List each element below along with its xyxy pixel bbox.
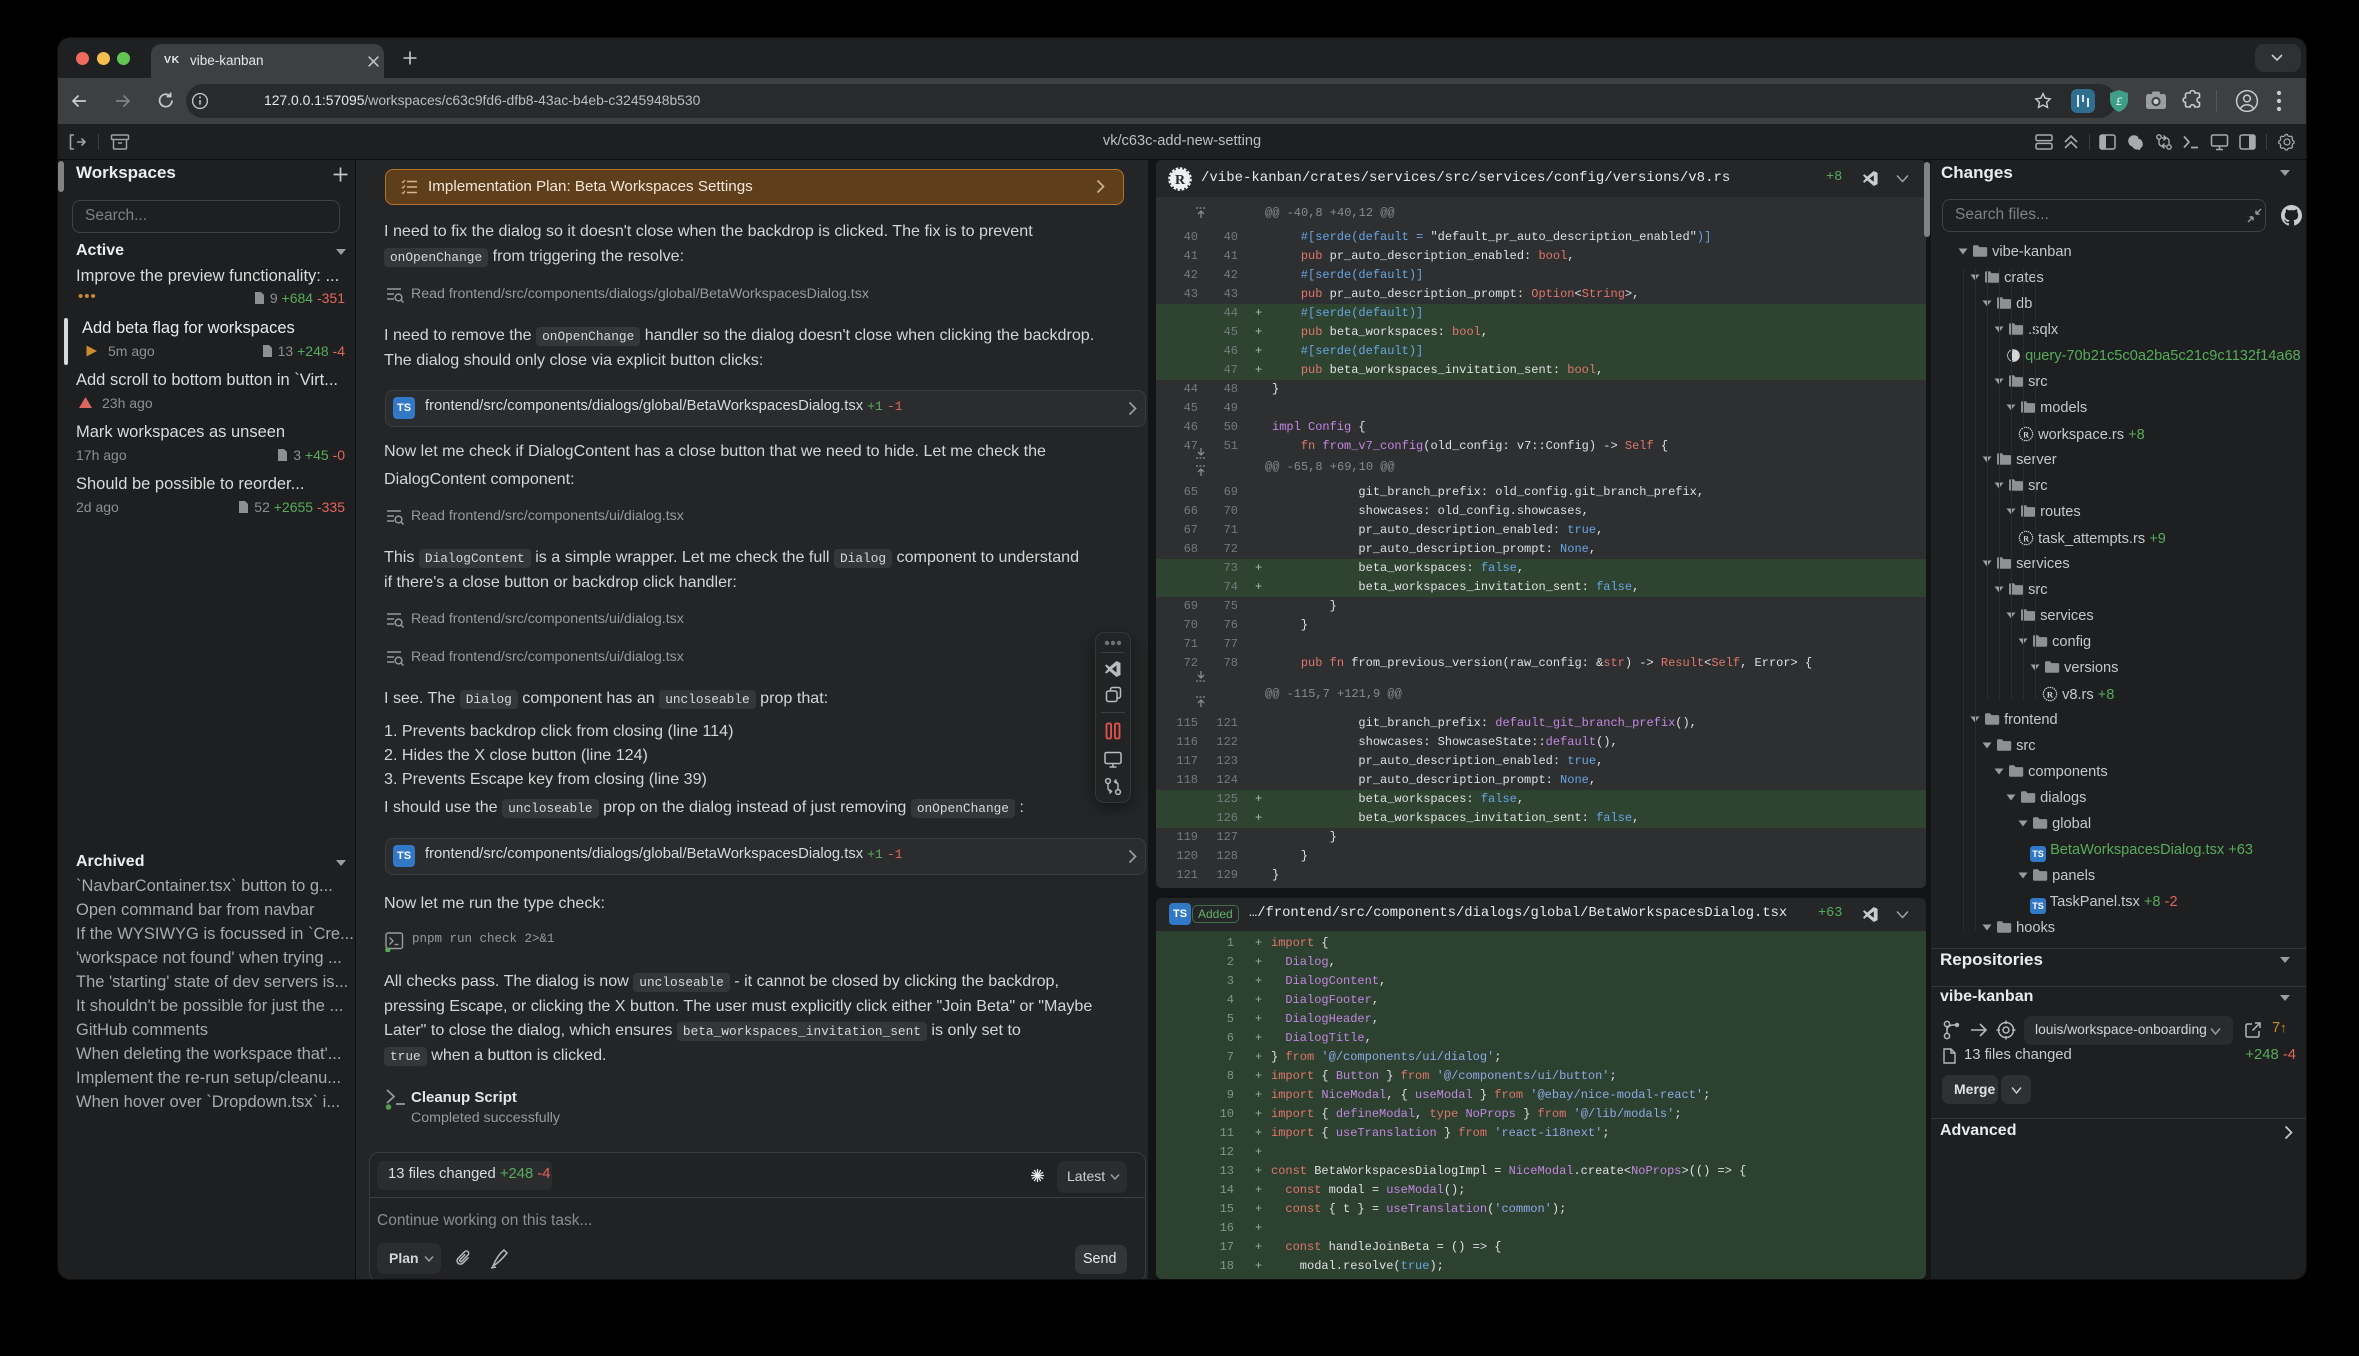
svg-text:£: £ bbox=[2116, 94, 2122, 108]
svg-text:R: R bbox=[1175, 173, 1186, 188]
svg-text:R: R bbox=[2047, 689, 2054, 699]
